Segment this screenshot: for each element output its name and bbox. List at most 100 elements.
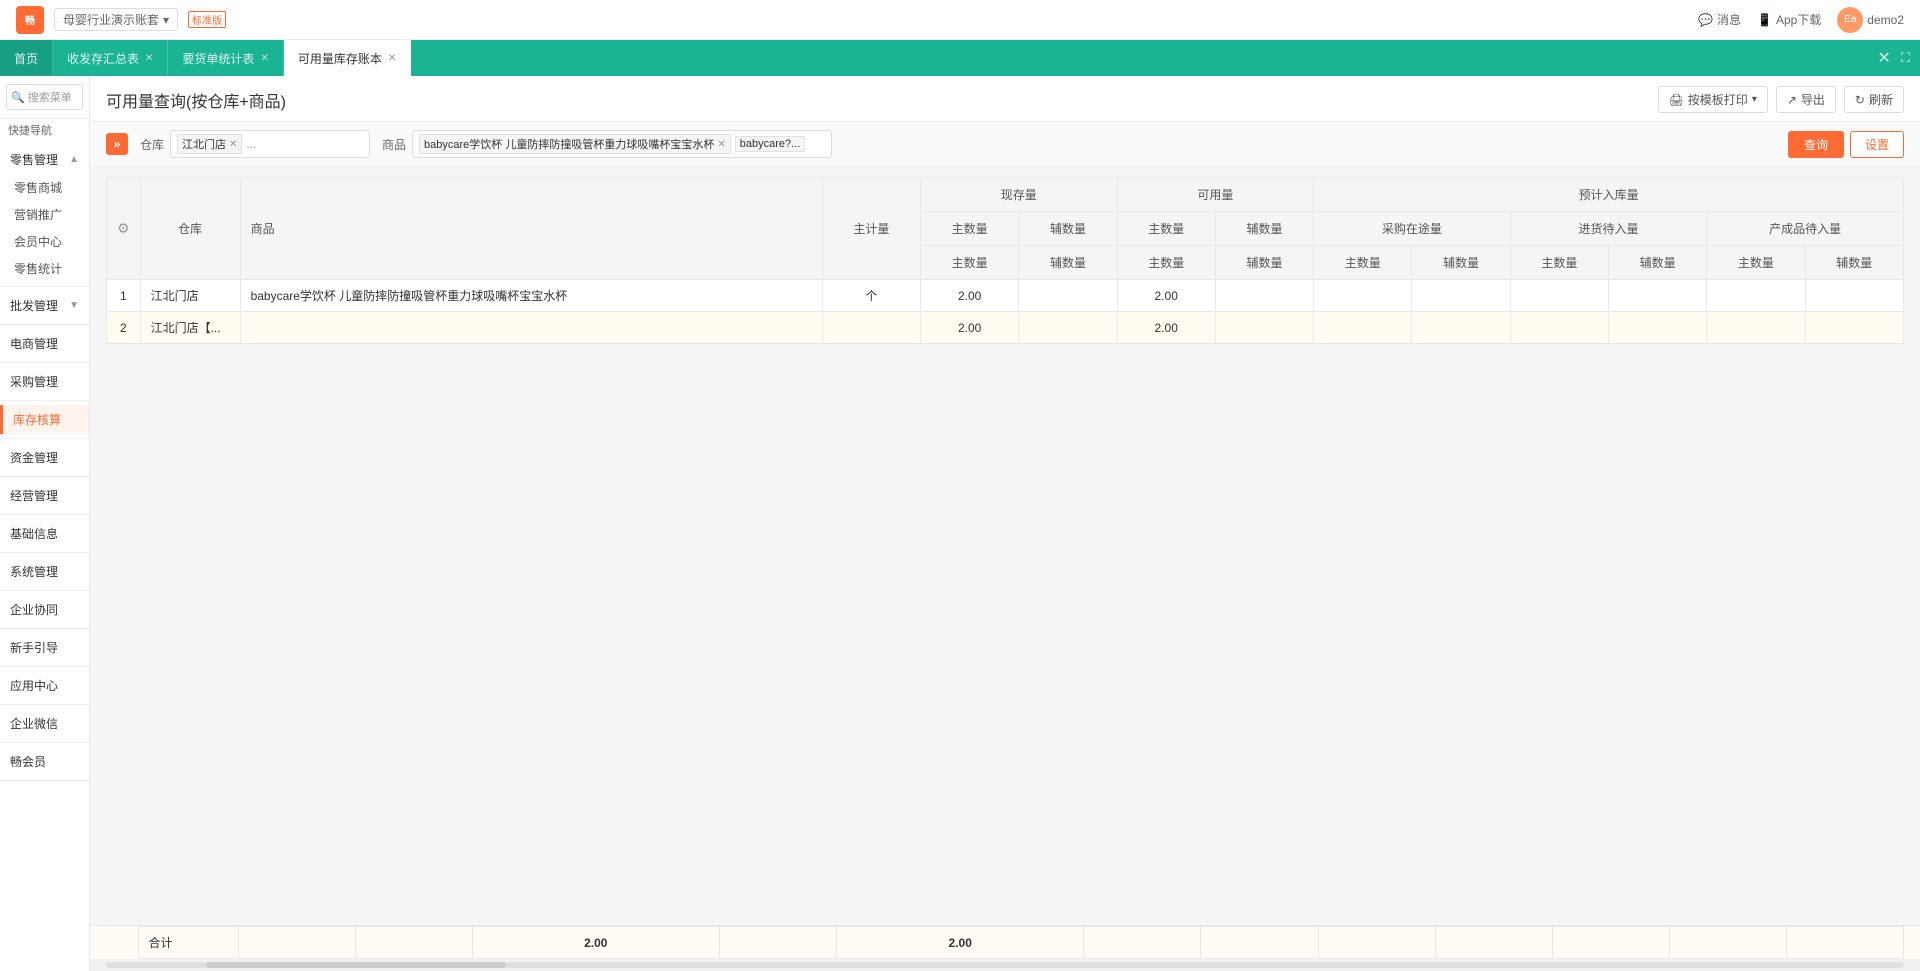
total-stock-aux xyxy=(719,927,836,959)
refresh-button[interactable]: ↻ 刷新 xyxy=(1844,86,1904,113)
cell-warehouse-2: 江北门店【... xyxy=(140,312,240,344)
search-menu-button[interactable]: 🔍 搜索菜单 xyxy=(6,84,83,110)
th-stock-main-2: 主数量 xyxy=(921,246,1019,280)
total-table: 合计 2.00 2.00 xyxy=(106,926,1904,959)
sidebar-section-newbie: 新手引导 xyxy=(0,629,89,667)
query-button[interactable]: 查询 xyxy=(1788,131,1844,158)
search-icon: 🔍 xyxy=(11,91,25,104)
warehouse-input[interactable]: 江北门店 ✕ ... xyxy=(170,130,370,158)
cell-prod-aux-1 xyxy=(1805,280,1903,312)
total-prod-main xyxy=(1669,927,1786,959)
sidebar-section-purchase: 采购管理 xyxy=(0,363,89,401)
chevron-up-icon: ▲ xyxy=(69,154,79,165)
page-header: 可用量查询(按仓库+商品) 🖨 按模板打印 ▾ ↗ 导出 ↻ 刷新 xyxy=(90,76,1920,122)
close-tab-3-icon[interactable]: ✕ xyxy=(388,53,396,64)
scrollbar-thumb[interactable] xyxy=(206,962,506,968)
sidebar-section-finance: 资金管理 xyxy=(0,439,89,477)
horizontal-scrollbar[interactable] xyxy=(90,959,1920,971)
avatar: Ea xyxy=(1837,7,1863,33)
sidebar-section-header-enterprise[interactable]: 企业协同 xyxy=(0,595,89,624)
sidebar-section-header-wholesale[interactable]: 批发管理 ▼ xyxy=(0,291,89,320)
warehouse-more[interactable]: ... xyxy=(246,137,256,151)
sidebar-section-enterprise: 企业协同 xyxy=(0,591,89,629)
export-button[interactable]: ↗ 导出 xyxy=(1776,86,1836,113)
total-prod-aux xyxy=(1786,927,1903,959)
chevron-down-icon: ▼ xyxy=(69,300,79,311)
th-stock-group: 现存量 xyxy=(921,178,1118,212)
sidebar-section-ecommerce: 电商管理 xyxy=(0,325,89,363)
sidebar-item-retail-promo[interactable]: 营销推广 xyxy=(0,201,89,228)
cell-stock-main-1: 2.00 xyxy=(921,280,1019,312)
total-pur-aux xyxy=(1318,927,1435,959)
product-tag-2: babycare?... xyxy=(735,136,806,152)
sidebar-section-header-appcenter[interactable]: 应用中心 xyxy=(0,671,89,700)
total-row: 合计 2.00 2.00 xyxy=(106,927,1904,959)
sidebar-section-header-wechat[interactable]: 企业微信 xyxy=(0,709,89,738)
export-icon: ↗ xyxy=(1787,93,1797,107)
sidebar-section-header-finance[interactable]: 资金管理 xyxy=(0,443,89,472)
sidebar-section-operations: 经营管理 xyxy=(0,477,89,515)
cell-pur-aux-1 xyxy=(1412,280,1510,312)
sidebar-section-header-basic[interactable]: 基础信息 xyxy=(0,519,89,548)
sidebar-section-header-purchase[interactable]: 采购管理 xyxy=(0,367,89,396)
product-input[interactable]: babycare学饮杯 儿童防摔防撞吸管杯重力球吸嘴杯宝宝水杯 ✕ babyca… xyxy=(412,130,832,158)
message-button[interactable]: 💬 消息 xyxy=(1698,11,1741,28)
tab-home[interactable]: 首页 xyxy=(0,40,53,76)
close-tab-2-icon[interactable]: ✕ xyxy=(260,53,268,64)
total-inc-aux xyxy=(1552,927,1669,959)
sidebar-section-header-retail[interactable]: 零售管理 ▲ xyxy=(0,145,89,174)
cell-inc-aux-2 xyxy=(1609,312,1707,344)
top-bar-left: 畅 母婴行业演示账套 ▾ 标准版 xyxy=(16,6,226,34)
total-avail-aux xyxy=(1084,927,1201,959)
close-all-icon[interactable]: ✕ xyxy=(1875,46,1892,70)
th-production-main: 主数量 xyxy=(1707,246,1805,280)
product-tag-1: babycare学饮杯 儿童防摔防撞吸管杯重力球吸嘴杯宝宝水杯 ✕ xyxy=(419,134,731,154)
sidebar-section-header-inventory[interactable]: 库存核算 xyxy=(0,405,89,434)
close-tab-1-icon[interactable]: ✕ xyxy=(145,53,153,64)
cell-pur-main-1 xyxy=(1314,280,1412,312)
th-stock-aux: 辅数量 xyxy=(1019,212,1117,246)
nav-icons: ✕ ⛶ xyxy=(1875,40,1920,76)
expand-filter-button[interactable]: » xyxy=(106,133,128,155)
sidebar: 🔍 搜索菜单 快捷导航 零售管理 ▲ 零售商城 营销推广 会员中心 零售统计 xyxy=(0,76,90,971)
tab-yaohuo[interactable]: 要货单统计表 ✕ xyxy=(168,40,283,76)
settings-icon[interactable]: ⚙ xyxy=(117,220,130,236)
th-avail-aux: 辅数量 xyxy=(1215,212,1313,246)
sidebar-section-header-operations[interactable]: 经营管理 xyxy=(0,481,89,510)
total-unit xyxy=(355,927,472,959)
th-settings: ⚙ xyxy=(107,178,141,280)
table-row: 2 江北门店【... 2.00 2.00 xyxy=(107,312,1904,344)
user-menu[interactable]: Ea demo2 xyxy=(1837,7,1904,33)
cell-pur-main-2 xyxy=(1314,312,1412,344)
th-product: 商品 xyxy=(240,178,822,280)
filter-actions: 查询 设置 xyxy=(1788,131,1904,158)
remove-product-tag1-icon[interactable]: ✕ xyxy=(717,139,725,150)
tab-shoufacun[interactable]: 收发存汇总表 ✕ xyxy=(53,40,168,76)
sidebar-section-header-member2[interactable]: 畅会员 xyxy=(0,747,89,776)
sidebar-item-retail-stats[interactable]: 零售统计 xyxy=(0,255,89,282)
tabs-spacer xyxy=(411,40,1875,76)
sidebar-item-retail-mall[interactable]: 零售商城 xyxy=(0,174,89,201)
sidebar-item-retail-member[interactable]: 会员中心 xyxy=(0,228,89,255)
industry-selector[interactable]: 母婴行业演示账套 ▾ xyxy=(54,8,178,31)
sidebar-section-system: 系统管理 xyxy=(0,553,89,591)
th-avail-aux-2: 辅数量 xyxy=(1215,246,1313,280)
sidebar-section-header-system[interactable]: 系统管理 xyxy=(0,557,89,586)
cell-product-1: babycare学饮杯 儿童防摔防撞吸管杯重力球吸嘴杯宝宝水杯 xyxy=(240,280,822,312)
sidebar-section-header-newbie[interactable]: 新手引导 xyxy=(0,633,89,662)
app-download-button[interactable]: 📱 App下载 xyxy=(1757,11,1821,28)
cell-inc-main-2 xyxy=(1510,312,1608,344)
th-planned-group: 预计入库量 xyxy=(1314,178,1904,212)
settings-button[interactable]: 设置 xyxy=(1850,131,1904,158)
sidebar-item-quick-nav[interactable]: 快捷导航 xyxy=(0,119,89,141)
restore-icon[interactable]: ⛶ xyxy=(1899,48,1912,68)
cell-avail-main-2: 2.00 xyxy=(1117,312,1215,344)
tab-keyongliang[interactable]: 可用量库存账本 ✕ xyxy=(284,40,411,76)
scrollbar-track xyxy=(106,962,1904,968)
th-purchase-group: 采购在途量 xyxy=(1314,212,1511,246)
remove-warehouse-tag-icon[interactable]: ✕ xyxy=(229,139,237,150)
print-button[interactable]: 🖨 按模板打印 ▾ xyxy=(1658,86,1768,113)
page-header-actions: 🖨 按模板打印 ▾ ↗ 导出 ↻ 刷新 xyxy=(1658,86,1904,113)
sidebar-search-area: 🔍 搜索菜单 xyxy=(0,76,89,119)
sidebar-section-header-ecommerce[interactable]: 电商管理 xyxy=(0,329,89,358)
